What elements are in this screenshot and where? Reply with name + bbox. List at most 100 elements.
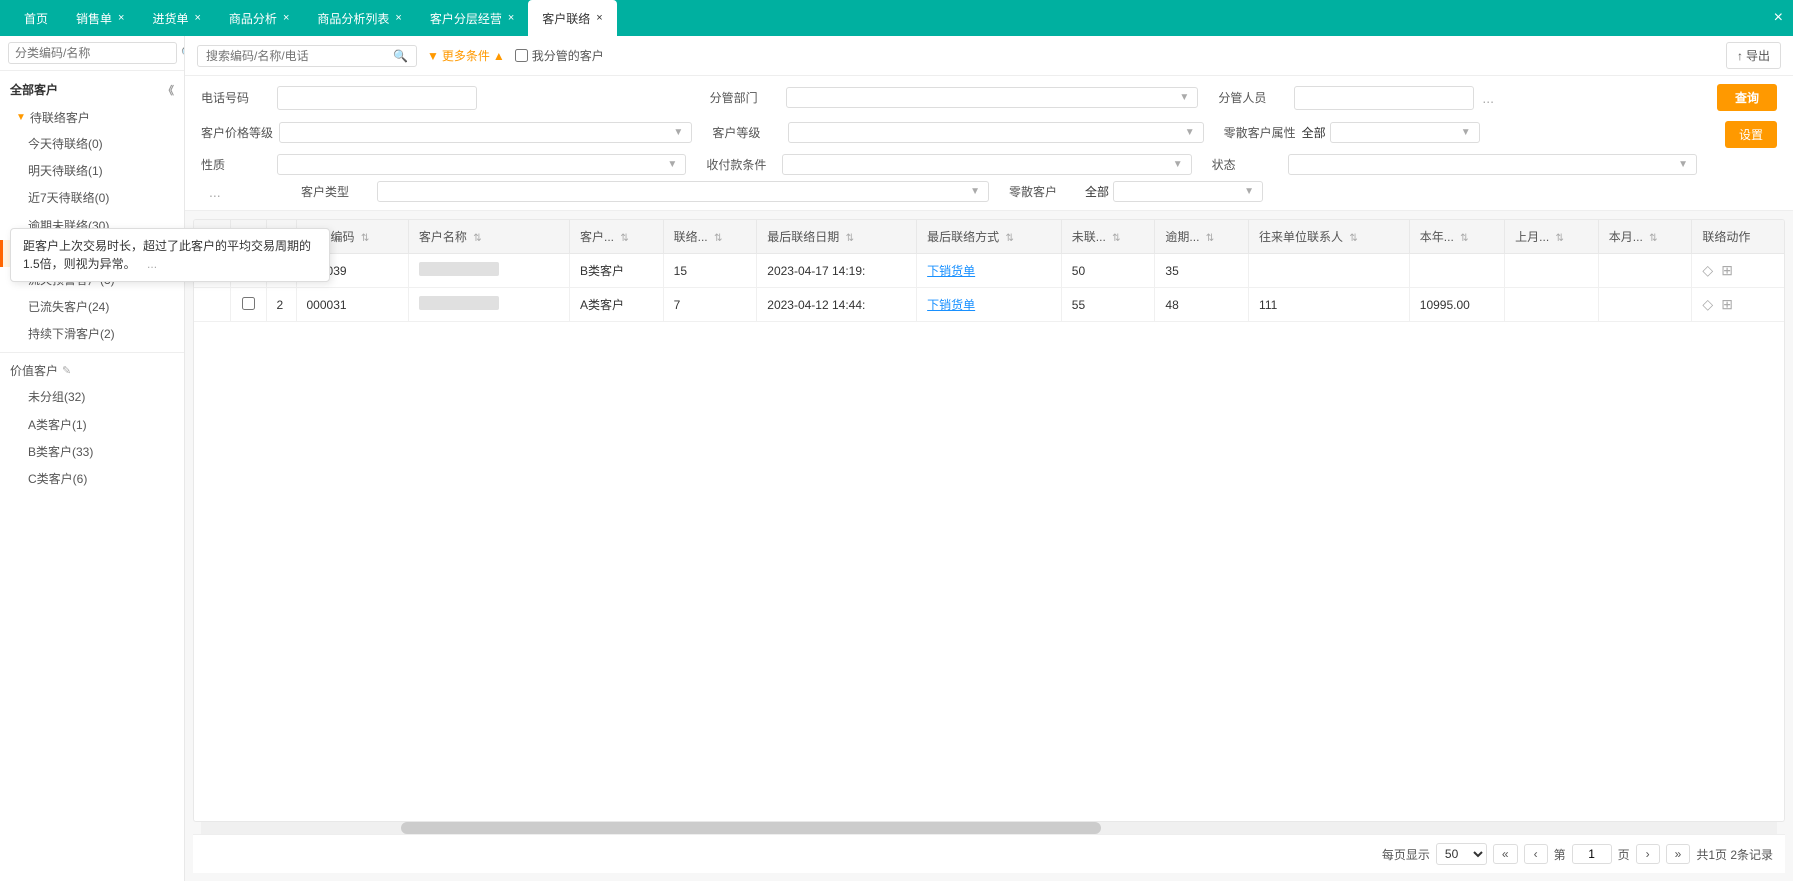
sidebar-item-7days[interactable]: 近7天待联络(0)	[0, 185, 184, 212]
last-contact-method-sort-icon[interactable]: ⇅	[1006, 233, 1014, 244]
my-customers-checkbox[interactable]	[515, 49, 528, 62]
close-customer-contact-tab[interactable]: ×	[596, 12, 602, 24]
th-name[interactable]: 客户名称 ⇅	[408, 220, 569, 254]
tab-home[interactable]: 首页	[10, 0, 62, 36]
status-select[interactable]: ▼	[1288, 154, 1697, 175]
filter-row-1: 电话号码 分管部门 ▼ 分管人员 ...	[201, 84, 1777, 111]
grade-select[interactable]: ▼	[788, 122, 1203, 143]
th-contact[interactable]: 联络... ⇅	[663, 220, 757, 254]
last-contact-date-sort-icon[interactable]: ⇅	[846, 233, 854, 244]
edit-icon[interactable]: ✎	[62, 364, 71, 377]
type-sort-icon[interactable]: ⇅	[620, 233, 628, 244]
sidebar-item-b-class[interactable]: B类客户(33)	[0, 439, 184, 466]
page-last-btn[interactable]: »	[1666, 844, 1691, 864]
manager-more-icon[interactable]: ...	[1482, 90, 1494, 106]
code-sort-icon[interactable]: ⇅	[361, 233, 369, 244]
page-first-btn[interactable]: «	[1493, 844, 1518, 864]
row2-action-grid-icon[interactable]: ⊞	[1721, 296, 1733, 313]
scatter-select[interactable]: ▼	[1113, 181, 1263, 202]
last-month-sort-icon[interactable]: ⇅	[1556, 233, 1564, 244]
collapse-sidebar-icon[interactable]: 《	[163, 82, 174, 98]
tab-customer-tier[interactable]: 客户分层经营 ×	[416, 0, 528, 36]
sidebar-value-customers-group[interactable]: 价值客户 ✎	[0, 357, 184, 384]
search-input[interactable]	[206, 49, 393, 63]
manager-input[interactable]	[1294, 86, 1474, 110]
th-last-contact-method[interactable]: 最后联络方式 ⇅	[917, 220, 1062, 254]
contact-sort-icon[interactable]: ⇅	[714, 233, 722, 244]
close-analysis-list-tab[interactable]: ×	[395, 12, 401, 24]
my-customers-checkbox-label[interactable]: 我分管的客户	[515, 47, 604, 64]
per-page-label: 每页显示	[1382, 846, 1430, 863]
th-last-contact-date[interactable]: 最后联络日期 ⇅	[757, 220, 917, 254]
sidebar-item-tomorrow[interactable]: 明天待联络(1)	[0, 158, 184, 185]
row2-name	[408, 288, 569, 322]
row2-this-year: 10995.00	[1409, 288, 1504, 322]
more-conditions-btn[interactable]: ▼ 更多条件 ▲	[427, 47, 505, 64]
close-analysis-tab[interactable]: ×	[283, 12, 289, 24]
scatter-attr-select[interactable]: ▼	[1330, 122, 1480, 143]
row2-code: 000031	[296, 288, 408, 322]
th-type[interactable]: 客户... ⇅	[570, 220, 664, 254]
query-button[interactable]: 查询	[1717, 84, 1777, 111]
payment-select[interactable]: ▼	[782, 154, 1191, 175]
sidebar-item-declining[interactable]: 持续下滑客户(2)	[0, 321, 184, 348]
th-last-month[interactable]: 上月... ⇅	[1505, 220, 1599, 254]
payment-label: 收付款条件	[706, 156, 776, 173]
row2-last-contact-method[interactable]: 下销货单	[917, 288, 1062, 322]
close-purchase-tab[interactable]: ×	[194, 12, 200, 24]
scrollbar-thumb[interactable]	[401, 822, 1101, 834]
sidebar-all-customers[interactable]: 全部客户 《	[0, 75, 184, 104]
customer-type-select[interactable]: ▼	[377, 181, 989, 202]
close-all-tabs[interactable]: ×	[1774, 9, 1783, 27]
row1-action-link-icon[interactable]: ◇	[1702, 262, 1713, 279]
row2-this-month	[1598, 288, 1692, 322]
th-this-month[interactable]: 本月... ⇅	[1598, 220, 1692, 254]
close-customer-tier-tab[interactable]: ×	[508, 12, 514, 24]
per-page-select[interactable]: 50 20 100	[1436, 843, 1487, 865]
row2-type: A类客户	[570, 288, 664, 322]
price-grade-select[interactable]: ▼	[279, 122, 692, 143]
th-overdue[interactable]: 逾期... ⇅	[1155, 220, 1249, 254]
sidebar-pending-contact-group[interactable]: ▼ 待联络客户	[0, 104, 184, 131]
row2-checkbox[interactable]	[242, 297, 255, 310]
tab-customer-contact[interactable]: 客户联络 ×	[528, 0, 616, 36]
th-unit-contact[interactable]: 往来单位联系人 ⇅	[1249, 220, 1410, 254]
sidebar-item-lost[interactable]: 已流失客户(24)	[0, 294, 184, 321]
setting-button[interactable]: 设置	[1725, 121, 1777, 148]
row2-action-link-icon[interactable]: ◇	[1702, 296, 1713, 313]
row1-last-contact-method[interactable]: 下销货单	[917, 254, 1062, 288]
tab-sales[interactable]: 销售单 ×	[62, 0, 138, 36]
nature-select[interactable]: ▼	[277, 154, 686, 175]
this-year-sort-icon[interactable]: ⇅	[1460, 233, 1468, 244]
close-sales-tab[interactable]: ×	[118, 12, 124, 24]
sidebar-item-today[interactable]: 今天待联络(0)	[0, 131, 184, 158]
row2-action-group: ◇ ⊞	[1702, 296, 1774, 313]
dept-select[interactable]: ▼	[786, 87, 1199, 108]
th-pending[interactable]: 未联... ⇅	[1061, 220, 1155, 254]
phone-input[interactable]	[277, 86, 477, 110]
tab-analysis[interactable]: 商品分析 ×	[215, 0, 303, 36]
sidebar-search-bar: 🔍	[0, 36, 184, 71]
row4-more-icon[interactable]: ...	[209, 184, 221, 200]
pending-sort-icon[interactable]: ⇅	[1112, 233, 1120, 244]
page-prev-btn[interactable]: ‹	[1524, 844, 1548, 864]
horizontal-scrollbar[interactable]	[201, 822, 1777, 834]
row1-action-grid-icon[interactable]: ⊞	[1721, 262, 1733, 279]
name-sort-icon[interactable]: ⇅	[473, 233, 481, 244]
sidebar-search-input[interactable]	[8, 42, 177, 64]
sidebar-item-c-class[interactable]: C类客户(6)	[0, 466, 184, 493]
filter-search-icon[interactable]: 🔍	[393, 49, 408, 63]
page-number-input[interactable]	[1572, 844, 1612, 864]
tab-purchase[interactable]: 进货单 ×	[138, 0, 214, 36]
tab-analysis-list[interactable]: 商品分析列表 ×	[303, 0, 415, 36]
overdue-sort-icon[interactable]: ⇅	[1206, 233, 1214, 244]
unit-contact-sort-icon[interactable]: ⇅	[1349, 233, 1357, 244]
th-this-year[interactable]: 本年... ⇅	[1409, 220, 1504, 254]
page-next-btn[interactable]: ›	[1636, 844, 1660, 864]
filter-cell-nature: 性质 ▼	[201, 154, 686, 175]
export-button[interactable]: ↑ 导出	[1726, 42, 1781, 69]
sidebar-item-a-class[interactable]: A类客户(1)	[0, 412, 184, 439]
this-month-sort-icon[interactable]: ⇅	[1649, 233, 1657, 244]
sidebar-item-ungrouped[interactable]: 未分组(32)	[0, 384, 184, 411]
tooltip-more[interactable]: ...	[147, 257, 157, 271]
